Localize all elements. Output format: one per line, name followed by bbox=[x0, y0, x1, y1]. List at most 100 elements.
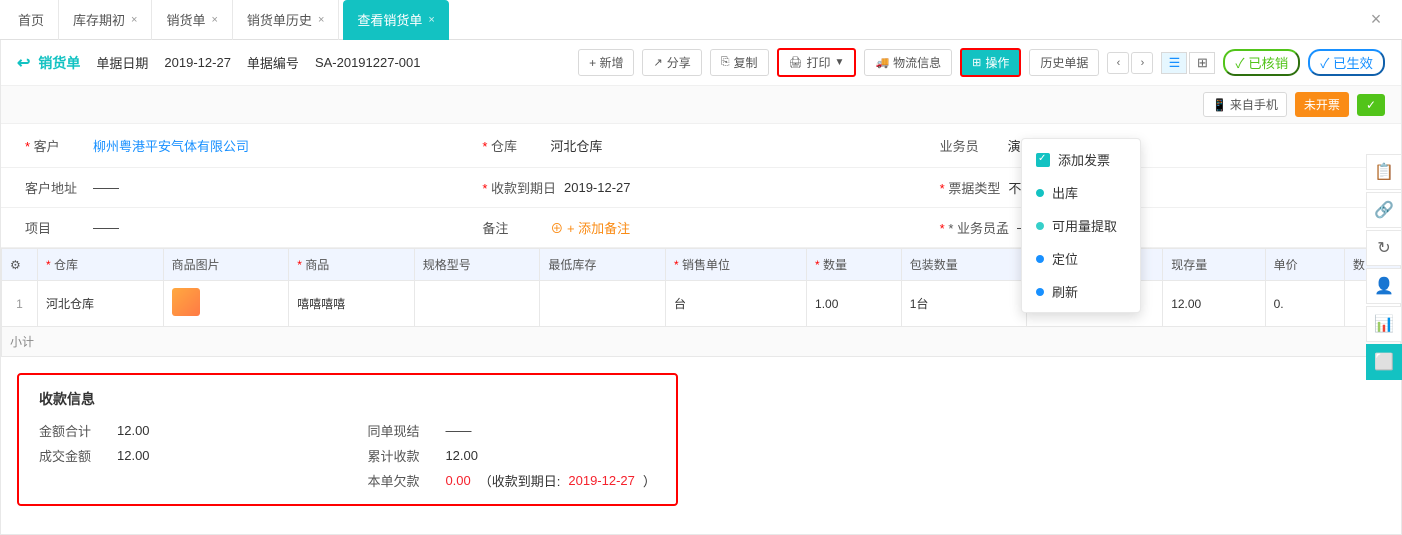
prev-button[interactable]: ‹ bbox=[1107, 52, 1129, 74]
refresh-item[interactable]: 刷新 bbox=[1022, 275, 1140, 308]
tab-sales-history[interactable]: 销货单历史 × bbox=[233, 0, 339, 40]
col-settings[interactable]: ⚙ bbox=[2, 249, 38, 281]
doc-title: ↩ 销货单 bbox=[17, 53, 80, 73]
print-button[interactable]: 🖨 打印 ▼ bbox=[777, 48, 857, 77]
warehouse-label: 仓库 bbox=[482, 136, 542, 155]
salesperson-note-field: * 业务员孟 —— bbox=[940, 218, 1377, 237]
cumulative-row: 累计收款 12.00 bbox=[367, 446, 655, 465]
settlement-row: 同单现结 —— bbox=[367, 421, 655, 440]
sidebar-icon-expand[interactable]: ⬜ bbox=[1366, 344, 1402, 380]
sidebar-icon-clipboard[interactable]: 📋 bbox=[1366, 154, 1402, 190]
share-button[interactable]: ↗ 分享 bbox=[642, 49, 701, 76]
tab-sales[interactable]: 销货单 × bbox=[152, 0, 232, 40]
outstanding-note: （收款到期日: bbox=[479, 471, 561, 490]
data-table: ⚙ * 仓库 商品图片 * 商品 规格型号 最低库存 * 销售单位 * 数量 包… bbox=[1, 248, 1401, 357]
close-sales-tab[interactable]: × bbox=[211, 14, 217, 26]
sub-toolbar: 📱 来自手机 未开票 ✓ bbox=[1, 86, 1401, 124]
sidebar-icon-user[interactable]: 👤 bbox=[1366, 268, 1402, 304]
outbound-icon bbox=[1036, 189, 1044, 197]
add-note-button[interactable]: ⊕ + 添加备注 bbox=[550, 218, 630, 237]
warehouse-field: 仓库 河北仓库 bbox=[482, 136, 919, 155]
view-buttons: ☰ ⊞ bbox=[1161, 52, 1215, 74]
col-quantity: * 数量 bbox=[807, 249, 902, 281]
doc-meta: 单据日期 2019-12-27 单据编号 SA-20191227-001 bbox=[96, 53, 420, 72]
outstanding-note-end: ） bbox=[643, 471, 656, 490]
settlement-label: 同单现结 bbox=[367, 421, 437, 440]
address-label: 客户地址 bbox=[25, 178, 85, 197]
project-value: —— bbox=[93, 220, 119, 235]
customer-value[interactable]: 柳州粤港平安气体有限公司 bbox=[93, 136, 249, 155]
copy-button[interactable]: ⎘ 复制 bbox=[710, 49, 769, 76]
list-view-button[interactable]: ☰ bbox=[1161, 52, 1187, 74]
sidebar-icon-link[interactable]: 🔗 bbox=[1366, 192, 1402, 228]
col-min-stock: 最低库存 bbox=[540, 249, 666, 281]
outstanding-row: 本单欠款 0.00 （收款到期日: 2019-12-27 ） bbox=[367, 471, 655, 490]
sidebar-icon-refresh[interactable]: ↻ bbox=[1366, 230, 1402, 266]
tab-home[interactable]: 首页 bbox=[8, 0, 59, 40]
col-current-stock: 现存量 bbox=[1163, 249, 1265, 281]
outstanding-value: 0.00 bbox=[445, 473, 470, 488]
next-button[interactable]: › bbox=[1131, 52, 1153, 74]
col-pack-qty: 包装数量 bbox=[901, 249, 1027, 281]
subtotal-row: 小计 bbox=[2, 327, 1401, 357]
row-unit-price: 0. bbox=[1265, 281, 1344, 327]
row-quantity: 1.00 bbox=[807, 281, 902, 327]
from-phone-button[interactable]: 📱 来自手机 bbox=[1203, 92, 1287, 117]
total-amount-value: 12.00 bbox=[117, 423, 150, 438]
doc-header: ↩ 销货单 单据日期 2019-12-27 单据编号 SA-20191227-0… bbox=[1, 40, 1401, 86]
close-history-tab[interactable]: × bbox=[318, 14, 324, 26]
row-index: 1 bbox=[2, 281, 38, 327]
row-spec bbox=[414, 281, 540, 327]
form-section-1: 客户 柳州粤港平安气体有限公司 仓库 河北仓库 业务员 演示账号 bbox=[1, 124, 1401, 168]
col-product: * 商品 bbox=[289, 249, 415, 281]
available-qty-item[interactable]: 可用量提取 bbox=[1022, 209, 1140, 242]
close-inventory-tab[interactable]: × bbox=[131, 14, 137, 26]
address-value: —— bbox=[93, 180, 119, 195]
refresh-icon bbox=[1036, 288, 1044, 296]
payment-date-label: 收款到期日 bbox=[482, 178, 556, 197]
tab-inventory[interactable]: 库存期初 × bbox=[59, 0, 152, 40]
operations-button[interactable]: ⊞ 操作 bbox=[960, 48, 1021, 77]
col-product-img: 商品图片 bbox=[163, 249, 289, 281]
right-sidebar: 📋 🔗 ↻ 👤 📊 ⬜ bbox=[1366, 154, 1402, 380]
main-content: ↩ 销货单 单据日期 2019-12-27 单据编号 SA-20191227-0… bbox=[0, 40, 1402, 535]
available-qty-icon bbox=[1036, 222, 1044, 230]
note-field: 备注 ⊕ + 添加备注 bbox=[482, 218, 919, 237]
logistics-button[interactable]: 🚚 物流信息 bbox=[864, 49, 952, 76]
date-value: 2019-12-27 bbox=[164, 55, 231, 70]
tab-view-sales[interactable]: 查看销货单 × bbox=[343, 0, 448, 40]
add-invoice-item[interactable]: 添加发票 bbox=[1022, 143, 1140, 176]
outstanding-date: 2019-12-27 bbox=[568, 473, 635, 488]
close-view-sales-tab[interactable]: × bbox=[428, 14, 434, 26]
form-section-3: 项目 —— 备注 ⊕ + 添加备注 * 业务员孟 —— bbox=[1, 208, 1401, 248]
warehouse-value: 河北仓库 bbox=[550, 136, 602, 155]
payment-info-box: 收款信息 金额合计 12.00 成交金额 12.00 同单现结 —— bbox=[17, 373, 678, 506]
row-warehouse: 河北仓库 bbox=[38, 281, 164, 327]
outbound-item[interactable]: 出库 bbox=[1022, 176, 1140, 209]
number-label: 单据编号 bbox=[247, 53, 299, 72]
table-header-row: ⚙ * 仓库 商品图片 * 商品 规格型号 最低库存 * 销售单位 * 数量 包… bbox=[2, 249, 1401, 281]
grid-view-button[interactable]: ⊞ bbox=[1189, 52, 1215, 74]
total-amount-label: 金额合计 bbox=[39, 421, 109, 440]
sidebar-icon-chart[interactable]: 📊 bbox=[1366, 306, 1402, 342]
cancel-button[interactable]: ✓ 已核销 bbox=[1223, 49, 1300, 76]
locate-item[interactable]: 定位 bbox=[1022, 242, 1140, 275]
col-sales-unit: * 销售单位 bbox=[665, 249, 806, 281]
address-field: 客户地址 —— bbox=[25, 178, 462, 197]
not-opened-button[interactable]: 未开票 bbox=[1295, 92, 1349, 117]
global-close-button[interactable]: × bbox=[1358, 2, 1394, 38]
locate-icon bbox=[1036, 255, 1044, 263]
effective-button[interactable]: ✓ 已生效 bbox=[1308, 49, 1385, 76]
new-button[interactable]: + 新增 bbox=[578, 49, 634, 76]
cumulative-label: 累计收款 bbox=[367, 446, 437, 465]
payment-grid: 金额合计 12.00 成交金额 12.00 同单现结 —— 累计收款 bbox=[39, 421, 656, 490]
product-image bbox=[172, 288, 200, 316]
salesperson-label: 业务员 bbox=[940, 136, 1000, 155]
row-product-img bbox=[163, 281, 289, 327]
payment-date-value: 2019-12-27 bbox=[564, 180, 631, 195]
history-button[interactable]: 历史单据 bbox=[1029, 49, 1099, 76]
check-button[interactable]: ✓ bbox=[1357, 94, 1385, 116]
project-field: 项目 —— bbox=[25, 218, 462, 237]
outstanding-label: 本单欠款 bbox=[367, 471, 437, 490]
ticket-type-field: 票据类型 不开票 bbox=[940, 178, 1377, 197]
